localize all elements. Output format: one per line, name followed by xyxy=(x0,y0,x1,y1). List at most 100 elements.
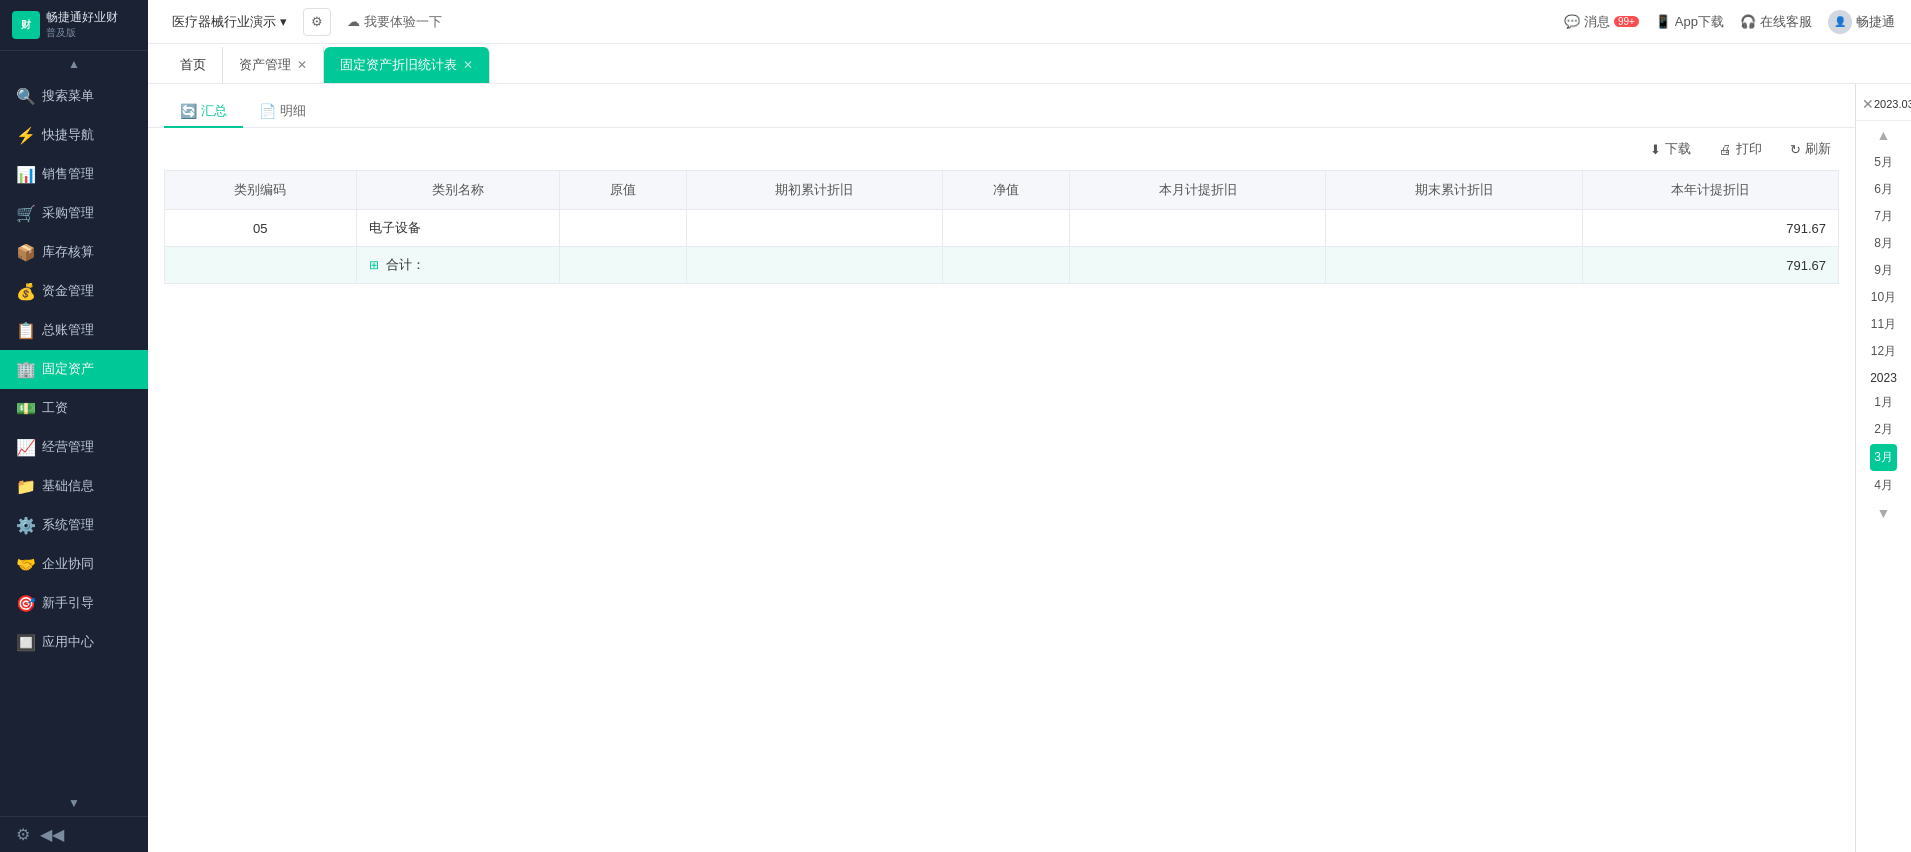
notifications-btn[interactable]: 💬 消息 99+ xyxy=(1564,13,1639,31)
tab-asset-mgmt[interactable]: 资产管理 ✕ xyxy=(223,47,324,83)
table-wrapper: 类别编码 类别名称 原值 期初累计折旧 净值 本月计提折旧 期末累计折旧 本年计… xyxy=(148,170,1855,852)
download-btn[interactable]: ⬇ 下载 xyxy=(1642,136,1699,162)
month-item-10月[interactable]: 10月 xyxy=(1867,284,1900,311)
customer-service-btn[interactable]: 🎧 在线客服 xyxy=(1740,13,1812,31)
subtotal-annual-depreciation: 791.67 xyxy=(1582,247,1838,284)
sidebar-item-inventory[interactable]: 📦 库存核算 xyxy=(0,233,148,272)
tab-asset-close[interactable]: ✕ xyxy=(297,58,307,72)
sidebar: 财 畅捷通好业财 普及版 ▲ 🔍 搜索菜单 ⚡ 快捷导航 📊 销售管理 🛒 采购… xyxy=(0,0,148,852)
month-item-2023-2月[interactable]: 2月 xyxy=(1866,416,1901,443)
app-icon: 📱 xyxy=(1655,14,1671,29)
sidebar-item-ledger[interactable]: 📋 总账管理 xyxy=(0,311,148,350)
sidebar-settings-icon[interactable]: ⚙ xyxy=(16,825,30,844)
app-download-btn[interactable]: 📱 App下载 xyxy=(1655,13,1724,31)
col-net-value: 净值 xyxy=(943,171,1070,210)
panel-scroll-down[interactable]: ▼ xyxy=(1875,503,1893,523)
month-item-9月[interactable]: 9月 xyxy=(1867,257,1900,284)
depreciation-table: 类别编码 类别名称 原值 期初累计折旧 净值 本月计提折旧 期末累计折旧 本年计… xyxy=(164,170,1839,284)
sub-tab-detail[interactable]: 📄 明细 xyxy=(243,96,322,128)
sidebar-item-label-fund: 资金管理 xyxy=(42,282,94,300)
month-item-5月[interactable]: 5月 xyxy=(1867,149,1900,176)
sidebar-item-label-app-center: 应用中心 xyxy=(42,633,94,651)
sidebar-item-label-sales: 销售管理 xyxy=(42,165,94,183)
tab-fixed-depreciation[interactable]: 固定资产折旧统计表 ✕ xyxy=(324,47,490,83)
table-row: 05 电子设备 791.67 xyxy=(165,210,1839,247)
months-before: 5月6月7月8月9月10月11月12月 xyxy=(1867,149,1900,365)
sidebar-item-purchase[interactable]: 🛒 采购管理 xyxy=(0,194,148,233)
month-item-7月[interactable]: 7月 xyxy=(1867,203,1900,230)
sidebar-item-app-center[interactable]: 🔲 应用中心 xyxy=(0,623,148,662)
sidebar-item-label-quick-nav: 快捷导航 xyxy=(42,126,94,144)
avatar: 👤 xyxy=(1828,10,1852,34)
panel-scroll-up[interactable]: ▲ xyxy=(1875,125,1893,145)
row-period-end-accumulated xyxy=(1326,210,1582,247)
month-item-2023-1月[interactable]: 1月 xyxy=(1866,389,1901,416)
download-icon: ⬇ xyxy=(1650,142,1661,157)
system-icon: ⚙️ xyxy=(16,516,34,535)
sidebar-item-label-payroll: 工资 xyxy=(42,399,68,417)
month-item-6月[interactable]: 6月 xyxy=(1867,176,1900,203)
row-period-accumulated xyxy=(686,210,942,247)
month-item-11月[interactable]: 11月 xyxy=(1867,311,1900,338)
subtotal-monthly-depreciation xyxy=(1069,247,1325,284)
col-category-code: 类别编码 xyxy=(165,171,357,210)
company-selector[interactable]: 医疗器械行业演示 ▾ xyxy=(164,9,295,35)
content-area: 🔄 汇总 📄 明细 ⬇ 下载 🖨 打印 ↻ xyxy=(148,84,1911,852)
refresh-btn[interactable]: ↻ 刷新 xyxy=(1782,136,1839,162)
subtotal-net-value xyxy=(943,247,1070,284)
month-item-2023-3月[interactable]: 3月 xyxy=(1870,444,1897,471)
sidebar-item-fixed-assets[interactable]: 🏢 固定资产 xyxy=(0,350,148,389)
topbar-settings-btn[interactable]: ⚙ xyxy=(303,8,331,36)
experience-btn[interactable]: ☁ 我要体验一下 xyxy=(339,9,450,35)
purchase-icon: 🛒 xyxy=(16,204,34,223)
tab-home[interactable]: 首页 xyxy=(164,47,223,83)
user-btn[interactable]: 👤 畅捷通 xyxy=(1828,10,1895,34)
sidebar-item-label-fixed-assets: 固定资产 xyxy=(42,360,94,378)
sidebar-item-search[interactable]: 🔍 搜索菜单 xyxy=(0,77,148,116)
experience-label: 我要体验一下 xyxy=(364,13,442,31)
subtotal-original-value xyxy=(559,247,686,284)
sidebar-item-enterprise[interactable]: 🤝 企业协同 xyxy=(0,545,148,584)
quick-nav-icon: ⚡ xyxy=(16,126,34,145)
table-header-row: 类别编码 类别名称 原值 期初累计折旧 净值 本月计提折旧 期末累计折旧 本年计… xyxy=(165,171,1839,210)
month-item-2023-4月[interactable]: 4月 xyxy=(1866,472,1901,499)
row-net-value xyxy=(943,210,1070,247)
subtotal-label: ⊞ 合计： xyxy=(356,247,559,284)
subtotal-period-accumulated xyxy=(686,247,942,284)
sidebar-item-payroll[interactable]: 💵 工资 xyxy=(0,389,148,428)
panel-close-btn[interactable]: ✕ xyxy=(1862,96,1874,112)
scroll-down[interactable]: ▼ xyxy=(0,790,148,816)
sidebar-item-label-search: 搜索菜单 xyxy=(42,87,94,105)
sidebar-item-management[interactable]: 📈 经营管理 xyxy=(0,428,148,467)
month-item-12月[interactable]: 12月 xyxy=(1867,338,1900,365)
dropdown-icon: ▾ xyxy=(280,14,287,29)
scroll-down-btn[interactable]: ▼ xyxy=(60,794,88,812)
sidebar-item-label-ledger: 总账管理 xyxy=(42,321,94,339)
sidebar-collapse-icon[interactable]: ◀◀ xyxy=(40,825,64,844)
topbar-left: 医疗器械行业演示 ▾ ⚙ ☁ 我要体验一下 xyxy=(164,8,450,36)
topbar: 医疗器械行业演示 ▾ ⚙ ☁ 我要体验一下 💬 消息 99+ 📱 App下载 🎧… xyxy=(148,0,1911,44)
scroll-up[interactable]: ▲ xyxy=(0,51,148,77)
col-category-name: 类别名称 xyxy=(356,171,559,210)
sidebar-item-label-purchase: 采购管理 xyxy=(42,204,94,222)
sidebar-item-sales[interactable]: 📊 销售管理 xyxy=(0,155,148,194)
sidebar-item-label-inventory: 库存核算 xyxy=(42,243,94,261)
sidebar-item-system[interactable]: ⚙️ 系统管理 xyxy=(0,506,148,545)
right-panel: ✕ 2023.03 ⤢ ▲ 5月6月7月8月9月10月11月12月 2023 1… xyxy=(1855,84,1911,852)
tab-depreciation-close[interactable]: ✕ xyxy=(463,58,473,72)
subtotal-row: ⊞ 合计： 791.67 xyxy=(165,247,1839,284)
scroll-up-btn[interactable]: ▲ xyxy=(60,55,88,73)
print-icon: 🖨 xyxy=(1719,142,1732,157)
sidebar-item-basic-info[interactable]: 📁 基础信息 xyxy=(0,467,148,506)
tab-home-label: 首页 xyxy=(180,56,206,74)
sidebar-item-guide[interactable]: 🎯 新手引导 xyxy=(0,584,148,623)
print-btn[interactable]: 🖨 打印 xyxy=(1711,136,1770,162)
sidebar-item-fund[interactable]: 💰 资金管理 xyxy=(0,272,148,311)
refresh-label: 刷新 xyxy=(1805,140,1831,158)
month-item-8月[interactable]: 8月 xyxy=(1867,230,1900,257)
company-name: 医疗器械行业演示 xyxy=(172,13,276,31)
sidebar-item-quick-nav[interactable]: ⚡ 快捷导航 xyxy=(0,116,148,155)
payroll-icon: 💵 xyxy=(16,399,34,418)
logo-icon: 财 xyxy=(12,11,40,39)
sub-tab-summary[interactable]: 🔄 汇总 xyxy=(164,96,243,128)
